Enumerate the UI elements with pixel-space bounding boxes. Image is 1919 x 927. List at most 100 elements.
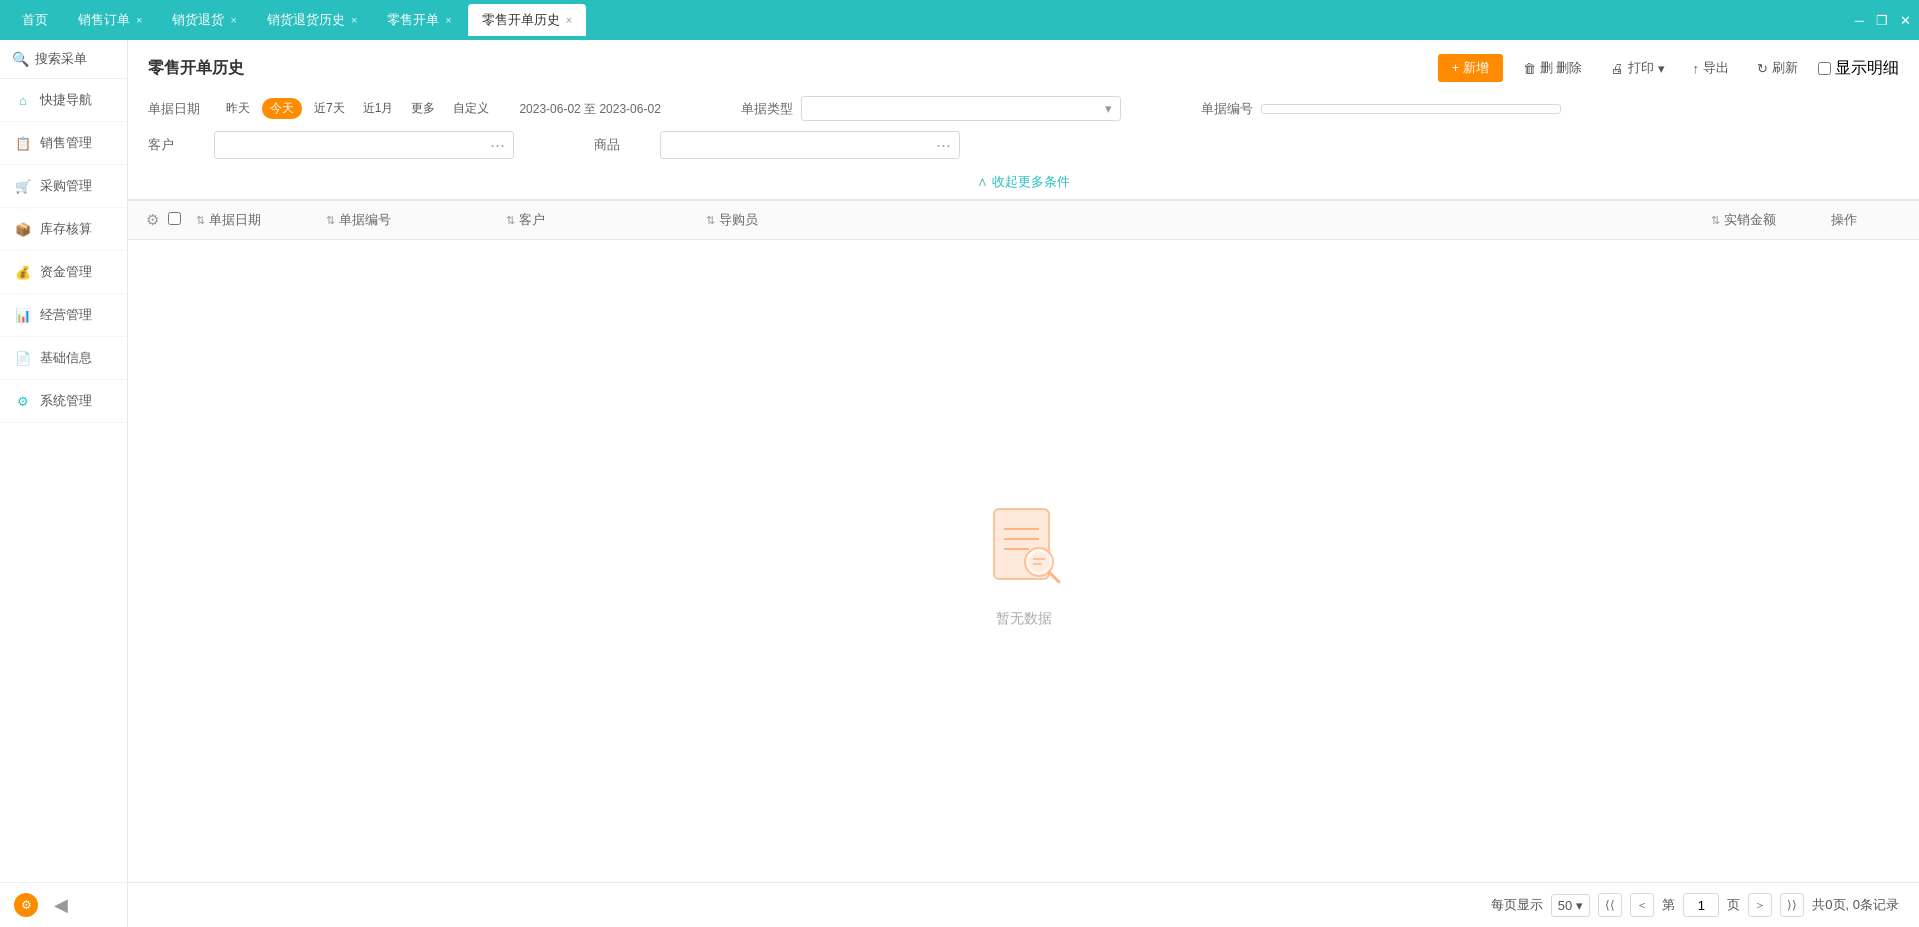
export-button[interactable]: ↑ 导出 [1685, 55, 1738, 81]
refresh-label: 刷新 [1772, 59, 1798, 77]
add-button[interactable]: + 新增 [1438, 54, 1503, 82]
sidebar-icon-inventory: 📦 [14, 220, 32, 238]
empty-text: 暂无数据 [996, 610, 1052, 628]
display-cols-checkbox[interactable] [1818, 62, 1831, 75]
empty-state: 暂无数据 [128, 240, 1919, 882]
select-all-checkbox[interactable] [168, 211, 196, 229]
goods-select[interactable]: ··· [660, 131, 960, 159]
page-suffix-label: 页 [1727, 896, 1740, 914]
sidebar-icon-sales-mgmt: 📋 [14, 134, 32, 152]
sidebar-icon-purchase-mgmt: 🛒 [14, 177, 32, 195]
goods-dots-icon[interactable]: ··· [936, 136, 951, 154]
tab-sales-order[interactable]: 销售订单× [64, 4, 156, 36]
delete-icon: 🗑 [1523, 61, 1536, 76]
page-prefix-label: 第 [1662, 896, 1675, 914]
tab-home[interactable]: 首页 [8, 4, 62, 36]
doc-num-input[interactable] [1261, 104, 1561, 114]
col-sort-guide-icon[interactable]: ⇅ [706, 214, 715, 227]
table-container: ⚙ ⇅ 单据日期 ⇅ 单据编号 ⇅ 客户 ⇅ 导购员 [128, 200, 1919, 882]
per-page-value: 50 [1558, 898, 1572, 913]
total-pages-text: 共0页, 0条记录 [1812, 896, 1899, 914]
sidebar-item-system[interactable]: ⚙ 系统管理 [0, 380, 127, 423]
sidebar-icon-system: ⚙ [14, 392, 32, 410]
table-settings-icon[interactable]: ⚙ [136, 211, 168, 229]
customer-dots-icon[interactable]: ··· [490, 136, 505, 154]
col-sort-date-icon[interactable]: ⇅ [196, 214, 205, 227]
search-order[interactable]: 🔍 搜索采单 [0, 40, 127, 79]
col-header-guide: ⇅ 导购员 [706, 211, 826, 229]
sidebar-item-base-info[interactable]: 📄 基础信息 [0, 337, 127, 380]
export-label: 导出 [1703, 59, 1729, 77]
close-button[interactable]: ✕ [1900, 13, 1911, 28]
col-label-guide: 导购员 [719, 211, 758, 229]
tab-close-sales-return-history[interactable]: × [351, 15, 357, 26]
tab-sales-return[interactable]: 销货退货 × [158, 4, 250, 36]
date-btn-last1m[interactable]: 近1月 [357, 98, 400, 119]
col-header-client: ⇅ 客户 [506, 211, 706, 229]
sidebar-item-purchase-mgmt[interactable]: 🛒 采购管理 [0, 165, 127, 208]
tab-label-sales-return-history: 销货退货历史 [267, 11, 345, 29]
col-sort-client-icon[interactable]: ⇅ [506, 214, 515, 227]
sidebar-label-quick-nav: 快捷导航 [40, 91, 92, 109]
export-icon: ↑ [1693, 61, 1700, 76]
print-button[interactable]: 🖨 打印 ▾ [1603, 55, 1673, 81]
col-header-num: ⇅ 单据编号 [326, 211, 506, 229]
sidebar-label-inventory: 库存核算 [40, 220, 92, 238]
next-page-button[interactable]: ＞ [1748, 893, 1772, 917]
page-title: 零售开单历史 [148, 58, 244, 79]
search-icon: 🔍 [12, 51, 29, 67]
sidebar-item-finance[interactable]: 💰 资金管理 [0, 251, 127, 294]
col-sort-amount-icon[interactable]: ⇅ [1711, 214, 1720, 227]
date-btn-last7[interactable]: 近7天 [308, 98, 351, 119]
tab-retail-open[interactable]: 零售开单 × [373, 4, 465, 36]
collapse-icon[interactable]: ◀ [54, 894, 68, 916]
first-page-button[interactable]: ⟨⟨ [1598, 893, 1622, 917]
sidebar-item-sales-mgmt[interactable]: 📋 销售管理 [0, 122, 127, 165]
minimize-button[interactable]: ─ [1855, 13, 1864, 28]
settings-icon[interactable]: ⚙ [14, 893, 38, 917]
date-btn-more[interactable]: 更多 [405, 98, 441, 119]
per-page-arrow-icon: ▾ [1576, 898, 1583, 913]
customer-select[interactable]: ··· [214, 131, 514, 159]
tab-label-sales-return: 销货退货 [172, 11, 224, 29]
delete-button[interactable]: 🗑 删 删除 [1515, 55, 1591, 81]
sidebar-icon-operations: 📊 [14, 306, 32, 324]
per-page-select[interactable]: 50 ▾ [1551, 894, 1590, 917]
page-header: 零售开单历史 + 新增 🗑 删 删除 🖨 打印 ▾ ↑ 导出 [128, 40, 1919, 200]
doc-type-arrow-icon: ▾ [1105, 101, 1112, 116]
col-header-amount: ⇅ 实销金额 [1711, 211, 1831, 229]
tab-close-retail-open[interactable]: × [445, 15, 451, 26]
col-label-amount: 实销金额 [1724, 211, 1776, 229]
page-number-input[interactable]: 1 [1683, 893, 1719, 917]
display-cols-label: 显示明细 [1835, 58, 1899, 79]
date-btn-yesterday[interactable]: 昨天 [220, 98, 256, 119]
refresh-button[interactable]: ↻ 刷新 [1749, 55, 1806, 81]
doc-type-filter: 单据类型 ▾ [741, 96, 1121, 121]
display-cols-toggle[interactable]: 显示明细 [1818, 58, 1899, 79]
tab-sales-return-history[interactable]: 销货退货历史 × [253, 4, 371, 36]
tab-retail-open-history[interactable]: 零售开单历史 × [468, 4, 586, 36]
col-sort-num-icon[interactable]: ⇅ [326, 214, 335, 227]
tab-close-sales-return[interactable]: × [230, 15, 236, 26]
date-btn-today[interactable]: 今天 [262, 98, 302, 119]
window-controls: ─ ❐ ✕ [1855, 13, 1911, 28]
sidebar-label-system: 系统管理 [40, 392, 92, 410]
doc-num-filter: 单据编号 [1201, 100, 1561, 118]
prev-page-button[interactable]: ＜ [1630, 893, 1654, 917]
sidebar-item-inventory[interactable]: 📦 库存核算 [0, 208, 127, 251]
date-btn-custom[interactable]: 自定义 [447, 98, 495, 119]
customer-label: 客户 [148, 136, 174, 154]
tab-close-sales-order[interactable]: × [136, 15, 142, 26]
sidebar-icon-quick-nav: ⌂ [14, 91, 32, 109]
tab-label-retail-open-history: 零售开单历史 [482, 11, 560, 29]
last-page-button[interactable]: ⟩⟩ [1780, 893, 1804, 917]
tab-label-retail-open: 零售开单 [387, 11, 439, 29]
doc-type-select[interactable]: ▾ [801, 96, 1121, 121]
sidebar-item-quick-nav[interactable]: ⌂ 快捷导航 [0, 79, 127, 122]
restore-button[interactable]: ❐ [1876, 13, 1888, 28]
svg-point-6 [1029, 552, 1049, 572]
sidebar-item-operations[interactable]: 📊 经营管理 [0, 294, 127, 337]
tab-close-retail-open-history[interactable]: × [566, 15, 572, 26]
col-label-action: 操作 [1831, 211, 1857, 229]
collapse-more-btn[interactable]: ∧ 收起更多条件 [148, 169, 1899, 199]
